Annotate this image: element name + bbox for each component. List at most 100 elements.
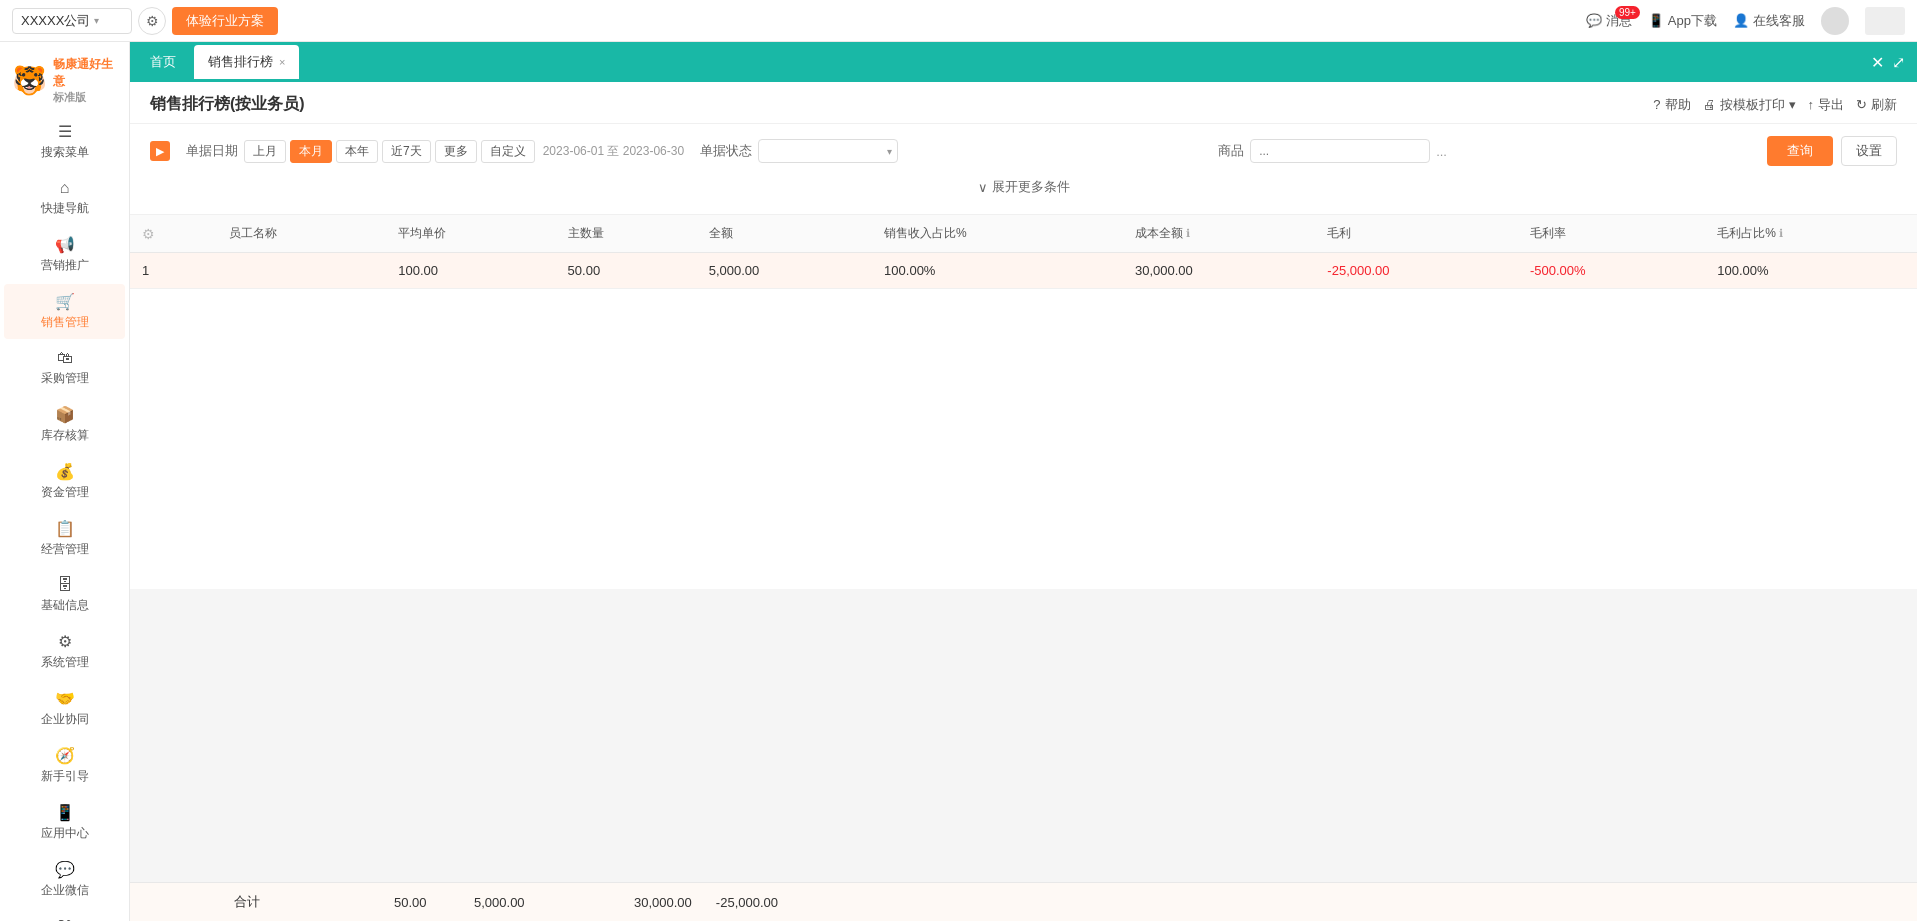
sidebar-item-inventory[interactable]: 📦 库存核算 [4, 397, 125, 452]
gross-pct-info-icon: ℹ [1779, 227, 1783, 239]
filter-area: ▶ 单据日期 上月 本月 本年 近7天 更多 自定义 2023-06-01 至 … [130, 124, 1917, 215]
data-table-area: ⚙ 员工名称 平均单价 主数量 全额 销售收入占比% 成本全额 ℹ 毛利 毛利率… [130, 215, 1917, 289]
th-gross-rate: 毛利率 [1518, 215, 1705, 253]
footer-cost-cell: 30,000.00 [622, 895, 704, 910]
table-row: 1 100.00 50.00 5,000.00 100.00% 30,000.0… [130, 253, 1917, 289]
cell-sales-pct: 100.00% [872, 253, 1123, 289]
tab-bar: 首页 销售排行榜 × ✕ ⤢ [130, 42, 1917, 82]
export-button[interactable]: ↑ 导出 [1808, 96, 1845, 114]
query-button[interactable]: 查询 [1767, 136, 1833, 166]
sidebar-item-operations[interactable]: 📋 经营管理 [4, 511, 125, 566]
home-icon: ⌂ [60, 179, 70, 197]
service-label: 在线客服 [1753, 12, 1805, 30]
settings-gear-button[interactable]: ⚙ [138, 7, 166, 35]
member-icon: V [59, 917, 71, 921]
message-icon: 💬 [1586, 13, 1602, 28]
goods-filter-item: 商品 ... [1218, 139, 1447, 163]
cell-avg-price: 100.00 [386, 253, 555, 289]
sidebar-item-quick-nav[interactable]: ⌂ 快捷导航 [4, 171, 125, 225]
refresh-button[interactable]: ↻ 刷新 [1856, 96, 1897, 114]
sidebar-item-app-center[interactable]: 📱 应用中心 [4, 795, 125, 850]
sidebar-item-label: 营销推广 [41, 257, 89, 274]
filter-row-main: ▶ 单据日期 上月 本月 本年 近7天 更多 自定义 2023-06-01 至 … [150, 136, 1897, 166]
period-custom[interactable]: 自定义 [481, 140, 535, 163]
app-icon: 📱 [1648, 13, 1664, 28]
collapse-filter-button[interactable]: ▶ [150, 141, 170, 161]
tab-bar-right: ✕ ⤢ [1871, 53, 1913, 72]
goods-more-icon[interactable]: ... [1436, 144, 1447, 159]
service-icon: 👤 [1733, 13, 1749, 28]
sidebar-item-wechat[interactable]: 💬 企业微信 [4, 852, 125, 907]
tab-sales-ranking[interactable]: 销售排行榜 × [194, 45, 299, 79]
sidebar-item-enterprise[interactable]: 🤝 企业协同 [4, 681, 125, 736]
enterprise-icon: 🤝 [55, 689, 75, 708]
cell-employee-name [217, 253, 386, 289]
search-order-icon: ☰ [58, 122, 72, 141]
online-service-button[interactable]: 👤 在线客服 [1733, 12, 1805, 30]
column-settings-icon[interactable]: ⚙ [142, 226, 155, 242]
table-header-row: ⚙ 员工名称 平均单价 主数量 全额 销售收入占比% 成本全额 ℹ 毛利 毛利率… [130, 215, 1917, 253]
th-sales-pct: 销售收入占比% [872, 215, 1123, 253]
settings-button[interactable]: 设置 [1841, 136, 1897, 166]
cell-amount: 5,000.00 [697, 253, 872, 289]
sidebar-item-label: 库存核算 [41, 427, 89, 444]
footer-quantity-cell: 50.00 [382, 895, 462, 910]
app-download-button[interactable]: 📱 App下载 [1648, 12, 1717, 30]
cell-rank: 1 [130, 253, 217, 289]
footer-gross-cell: -25,000.00 [704, 895, 790, 910]
tab-close-icon[interactable]: × [279, 56, 285, 68]
sidebar-item-newbie[interactable]: 🧭 新手引导 [4, 738, 125, 793]
app-center-icon: 📱 [55, 803, 75, 822]
tab-home[interactable]: 首页 [134, 45, 192, 79]
sidebar: 🐯 畅康通好生意 标准版 ☰ 搜索菜单 ⌂ 快捷导航 📢 营销推广 🛒 销售管理… [0, 42, 130, 921]
period-more[interactable]: 更多 [435, 140, 477, 163]
th-settings: ⚙ [130, 215, 217, 253]
system-icon: ⚙ [58, 632, 72, 651]
sidebar-item-purchase-mgmt[interactable]: 🛍 采购管理 [4, 341, 125, 395]
table-footer: 合计 50.00 5,000.00 30,000.00 -25,000.00 [130, 882, 1917, 921]
sidebar-item-label: 资金管理 [41, 484, 89, 501]
expand-more-conditions[interactable]: ∨ 展开更多条件 [150, 172, 1897, 202]
sidebar-item-label: 采购管理 [41, 370, 89, 387]
sidebar-item-system-mgmt[interactable]: ⚙ 系统管理 [4, 624, 125, 679]
close-window-icon[interactable]: ✕ [1871, 53, 1884, 72]
period-this-year[interactable]: 本年 [336, 140, 378, 163]
date-period-selector: 上月 本月 本年 近7天 更多 自定义 2023-06-01 至 2023-06… [244, 140, 684, 163]
expand-arrow-icon: ∨ [978, 180, 988, 195]
cell-gross-pct: 100.00% [1705, 253, 1917, 289]
finance-icon: 💰 [55, 462, 75, 481]
sidebar-item-member[interactable]: V 畅会员 [4, 909, 125, 921]
status-label: 单据状态 [700, 142, 752, 160]
sidebar-item-label: 新手引导 [41, 768, 89, 785]
industry-solution-button[interactable]: 体验行业方案 [172, 7, 278, 35]
period-this-month[interactable]: 本月 [290, 140, 332, 163]
avatar[interactable] [1821, 7, 1849, 35]
sidebar-item-finance[interactable]: 💰 资金管理 [4, 454, 125, 509]
refresh-icon: ↻ [1856, 97, 1867, 112]
print-icon: 🖨 [1703, 97, 1716, 112]
th-employee-name: 员工名称 [217, 215, 386, 253]
logo-icon: 🐯 [12, 64, 47, 97]
maximize-icon[interactable]: ⤢ [1892, 53, 1905, 72]
goods-input[interactable] [1250, 139, 1430, 163]
chevron-down-icon: ▾ [94, 15, 99, 26]
table-body: 1 100.00 50.00 5,000.00 100.00% 30,000.0… [130, 253, 1917, 289]
sidebar-item-search-order[interactable]: ☰ 搜索菜单 [4, 114, 125, 169]
expand-label: 展开更多条件 [992, 178, 1070, 196]
company-selector[interactable]: XXXXX公司 ▾ [12, 8, 132, 34]
message-button[interactable]: 💬 消息 99+ [1586, 12, 1632, 30]
cell-cost: 30,000.00 [1123, 253, 1315, 289]
sidebar-item-label: 经营管理 [41, 541, 89, 558]
th-amount: 全额 [697, 215, 872, 253]
goods-label: 商品 [1218, 142, 1244, 160]
cell-gross: -25,000.00 [1315, 253, 1518, 289]
help-button[interactable]: ? 帮助 [1653, 96, 1690, 114]
period-last-7-days[interactable]: 近7天 [382, 140, 431, 163]
period-last-month[interactable]: 上月 [244, 140, 286, 163]
status-select[interactable] [758, 139, 898, 163]
sidebar-item-marketing[interactable]: 📢 营销推广 [4, 227, 125, 282]
sidebar-item-basic-info[interactable]: 🗄 基础信息 [4, 568, 125, 622]
cost-info-icon: ℹ [1186, 227, 1190, 239]
print-template-button[interactable]: 🖨 按模板打印 ▾ [1703, 96, 1796, 114]
sidebar-item-sales-mgmt[interactable]: 🛒 销售管理 [4, 284, 125, 339]
